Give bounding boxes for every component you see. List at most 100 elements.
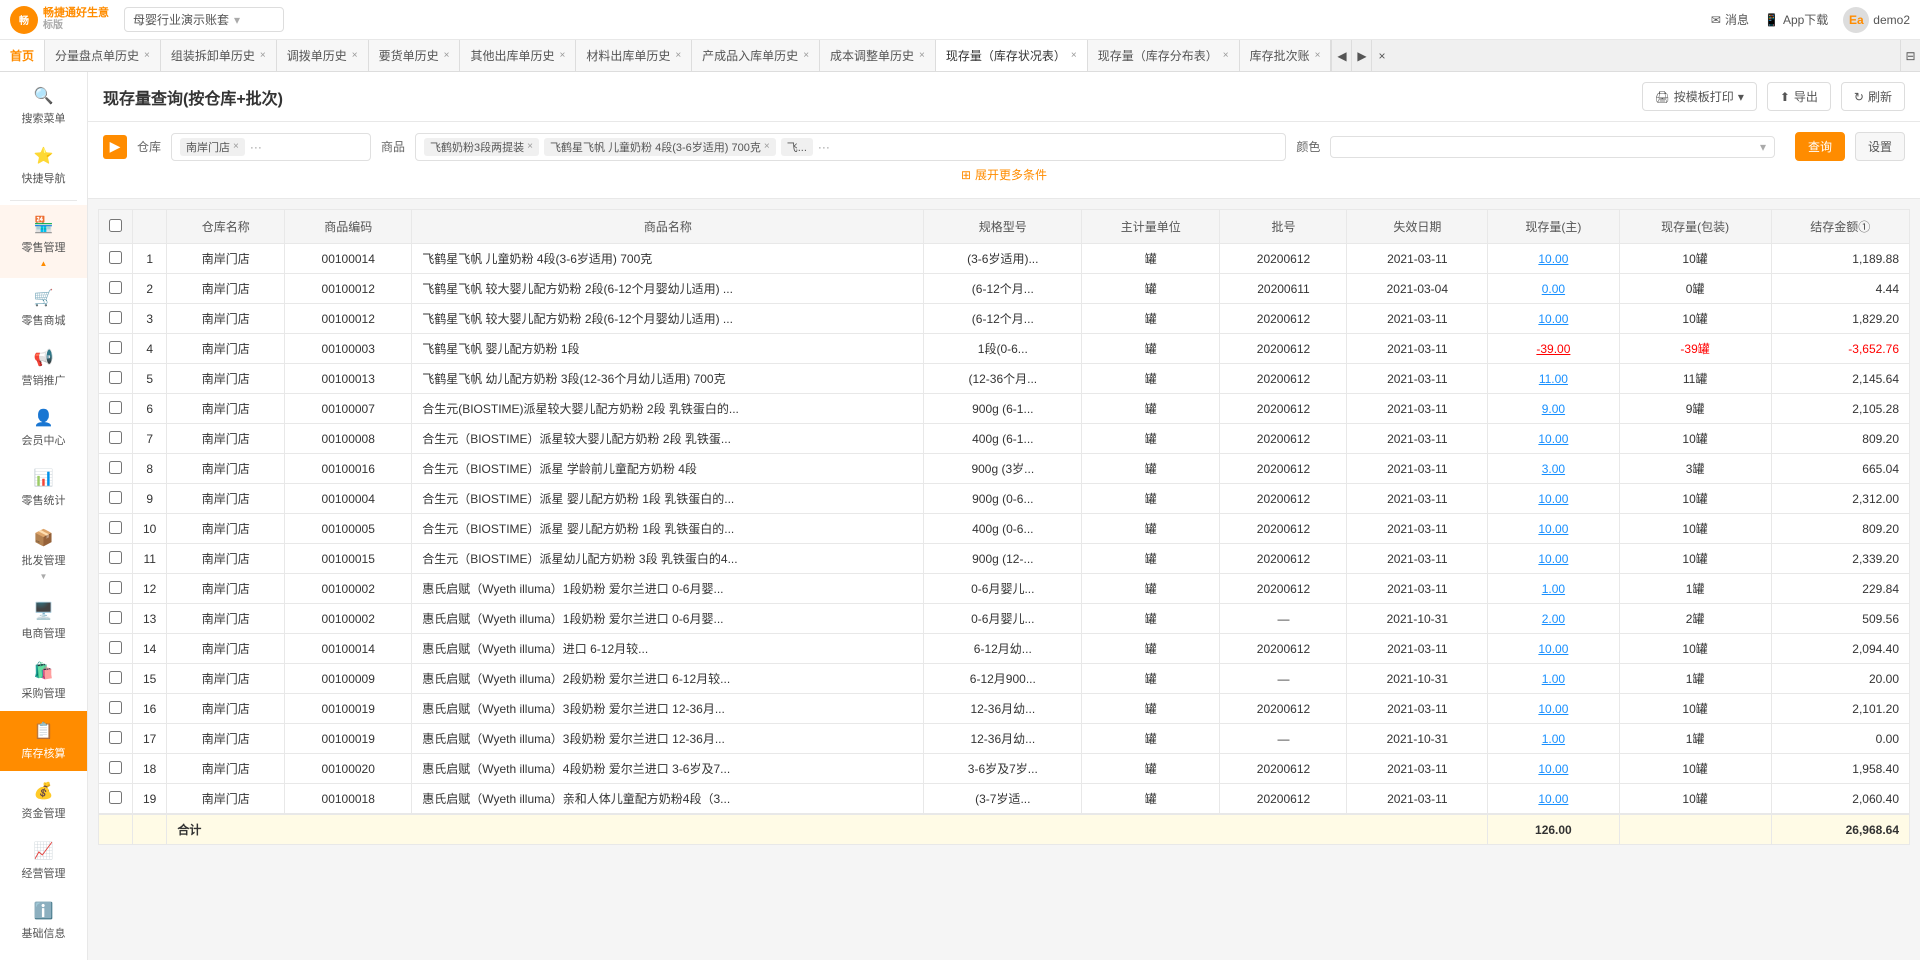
row-checkbox[interactable] xyxy=(99,754,133,784)
tab-disassemble[interactable]: 组装拆卸单历史 × xyxy=(161,40,277,72)
stock-main-link[interactable]: 10.00 xyxy=(1538,432,1568,446)
tab-close-product-in[interactable]: × xyxy=(803,50,809,61)
tab-cost-adjust[interactable]: 成本调整单历史 × xyxy=(820,40,936,72)
stock-main-link[interactable]: 10.00 xyxy=(1538,642,1568,656)
stock-main-link[interactable]: 3.00 xyxy=(1542,462,1565,476)
tab-close-split-inventory[interactable]: × xyxy=(144,50,150,61)
stock-main-link[interactable]: 10.00 xyxy=(1538,522,1568,536)
row-stock-main[interactable]: 10.00 xyxy=(1488,484,1619,514)
tab-split-inventory[interactable]: 分量盘点单历史 × xyxy=(45,40,161,72)
row-stock-main[interactable]: 2.00 xyxy=(1488,604,1619,634)
sidebar-item-quick-nav[interactable]: ⭐ 快捷导航 xyxy=(0,136,87,196)
row-stock-main[interactable]: 3.00 xyxy=(1488,454,1619,484)
product-more[interactable]: ··· xyxy=(818,140,830,154)
row-checkbox[interactable] xyxy=(99,664,133,694)
stock-main-link[interactable]: 10.00 xyxy=(1538,492,1568,506)
row-stock-main[interactable]: 10.00 xyxy=(1488,754,1619,784)
tab-close-material-out[interactable]: × xyxy=(675,50,681,61)
sidebar-item-member[interactable]: 👤 会员中心 xyxy=(0,398,87,458)
sidebar-item-wholesale[interactable]: 📦 批发管理 ▼ xyxy=(0,518,87,591)
message-button[interactable]: ✉ 消息 xyxy=(1711,11,1749,28)
filter-collapse-button[interactable]: ▶ xyxy=(103,135,127,159)
stock-main-link[interactable]: -39.00 xyxy=(1536,342,1570,356)
stock-main-link[interactable]: 1.00 xyxy=(1542,672,1565,686)
stock-main-link[interactable]: 10.00 xyxy=(1538,552,1568,566)
tab-menu-button[interactable]: ⊟ xyxy=(1900,40,1920,72)
tab-home[interactable]: 首页 xyxy=(0,40,45,72)
tab-close-stock-status[interactable]: × xyxy=(1071,50,1077,61)
row-stock-main[interactable]: -39.00 xyxy=(1488,334,1619,364)
template-print-button[interactable]: 🖨 按模板打印 ▾ xyxy=(1642,82,1757,111)
product-tag-1-remove[interactable]: × xyxy=(527,141,533,152)
sidebar-item-ecommerce[interactable]: 🖥️ 电商管理 xyxy=(0,591,87,651)
sidebar-item-retail-stats[interactable]: 📊 零售统计 xyxy=(0,458,87,518)
row-stock-main[interactable]: 10.00 xyxy=(1488,424,1619,454)
stock-main-link[interactable]: 10.00 xyxy=(1538,702,1568,716)
row-checkbox[interactable] xyxy=(99,514,133,544)
stock-main-link[interactable]: 0.00 xyxy=(1542,282,1565,296)
tab-prev-button[interactable]: ◀ xyxy=(1331,40,1351,72)
settings-button[interactable]: 设置 xyxy=(1855,132,1905,161)
export-button[interactable]: ⬆ 导出 xyxy=(1767,82,1831,111)
tab-close-disassemble[interactable]: × xyxy=(260,50,266,61)
row-stock-main[interactable]: 1.00 xyxy=(1488,574,1619,604)
tab-other-out[interactable]: 其他出库单历史 × xyxy=(460,40,576,72)
expand-more-button[interactable]: ⊞ 展开更多条件 xyxy=(103,161,1905,188)
row-checkbox[interactable] xyxy=(99,544,133,574)
row-stock-main[interactable]: 1.00 xyxy=(1488,724,1619,754)
color-filter-group[interactable]: ▾ xyxy=(1330,136,1775,158)
stock-main-link[interactable]: 1.00 xyxy=(1542,582,1565,596)
row-stock-main[interactable]: 1.00 xyxy=(1488,664,1619,694)
tab-product-in[interactable]: 产成品入库单历史 × xyxy=(692,40,820,72)
row-stock-main[interactable]: 10.00 xyxy=(1488,304,1619,334)
tab-transfer[interactable]: 调拨单历史 × xyxy=(277,40,369,72)
row-checkbox[interactable] xyxy=(99,724,133,754)
tab-close-transfer[interactable]: × xyxy=(352,50,358,61)
row-stock-main[interactable]: 9.00 xyxy=(1488,394,1619,424)
stock-main-link[interactable]: 1.00 xyxy=(1542,732,1565,746)
user-menu[interactable]: Ea demo2 xyxy=(1843,7,1910,33)
tab-next-button[interactable]: ▶ xyxy=(1351,40,1371,72)
row-checkbox[interactable] xyxy=(99,604,133,634)
warehouse-tag-remove[interactable]: × xyxy=(233,141,239,152)
row-checkbox[interactable] xyxy=(99,484,133,514)
tab-batch[interactable]: 库存批次账 × xyxy=(1240,40,1332,72)
stock-main-link[interactable]: 10.00 xyxy=(1538,792,1568,806)
stock-main-link[interactable]: 11.00 xyxy=(1539,372,1568,386)
sidebar-item-stock[interactable]: 📋 库存核算 xyxy=(0,711,87,771)
tab-stock-dist[interactable]: 现存量（库存分布表） × xyxy=(1088,40,1240,72)
row-checkbox[interactable] xyxy=(99,364,133,394)
sidebar-item-purchase[interactable]: 🛍️ 采购管理 xyxy=(0,651,87,711)
row-checkbox[interactable] xyxy=(99,244,133,274)
stock-main-link[interactable]: 10.00 xyxy=(1538,762,1568,776)
stock-main-link[interactable]: 2.00 xyxy=(1542,612,1565,626)
tab-close-cost-adjust[interactable]: × xyxy=(919,50,925,61)
row-stock-main[interactable]: 10.00 xyxy=(1488,634,1619,664)
tab-close-all-button[interactable]: × xyxy=(1371,40,1391,72)
row-stock-main[interactable]: 10.00 xyxy=(1488,544,1619,574)
row-stock-main[interactable]: 10.00 xyxy=(1488,514,1619,544)
tab-close-batch[interactable]: × xyxy=(1315,50,1321,61)
stock-main-link[interactable]: 10.00 xyxy=(1538,252,1568,266)
sidebar-item-finance[interactable]: 💰 资金管理 xyxy=(0,771,87,831)
row-checkbox[interactable] xyxy=(99,454,133,484)
row-stock-main[interactable]: 10.00 xyxy=(1488,244,1619,274)
sidebar-item-basic[interactable]: ℹ️ 基础信息 xyxy=(0,891,87,951)
product-tag-2-remove[interactable]: × xyxy=(764,141,770,152)
row-checkbox[interactable] xyxy=(99,634,133,664)
row-checkbox[interactable] xyxy=(99,394,133,424)
sidebar-item-retail-mall[interactable]: 🛒 零售商城 xyxy=(0,278,87,338)
search-button[interactable]: 查询 xyxy=(1795,132,1845,161)
stock-main-link[interactable]: 10.00 xyxy=(1538,312,1568,326)
refresh-button[interactable]: ↻ 刷新 xyxy=(1841,82,1905,111)
warehouse-filter-group[interactable]: 南岸门店 × ··· xyxy=(171,133,371,161)
row-checkbox[interactable] xyxy=(99,784,133,815)
row-stock-main[interactable]: 11.00 xyxy=(1488,364,1619,394)
sidebar-item-operation[interactable]: 📈 经营管理 xyxy=(0,831,87,891)
warehouse-more[interactable]: ··· xyxy=(250,140,262,154)
row-checkbox[interactable] xyxy=(99,274,133,304)
tab-close-other-out[interactable]: × xyxy=(559,50,565,61)
product-filter-group[interactable]: 飞鹤奶粉3段两提装 × 飞鹤星飞帆 儿童奶粉 4段(3-6岁适用) 700克 ×… xyxy=(415,133,1286,161)
sidebar-item-system[interactable]: ⚙️ 系统管理 xyxy=(0,951,87,960)
tab-close-stock-dist[interactable]: × xyxy=(1223,50,1229,61)
